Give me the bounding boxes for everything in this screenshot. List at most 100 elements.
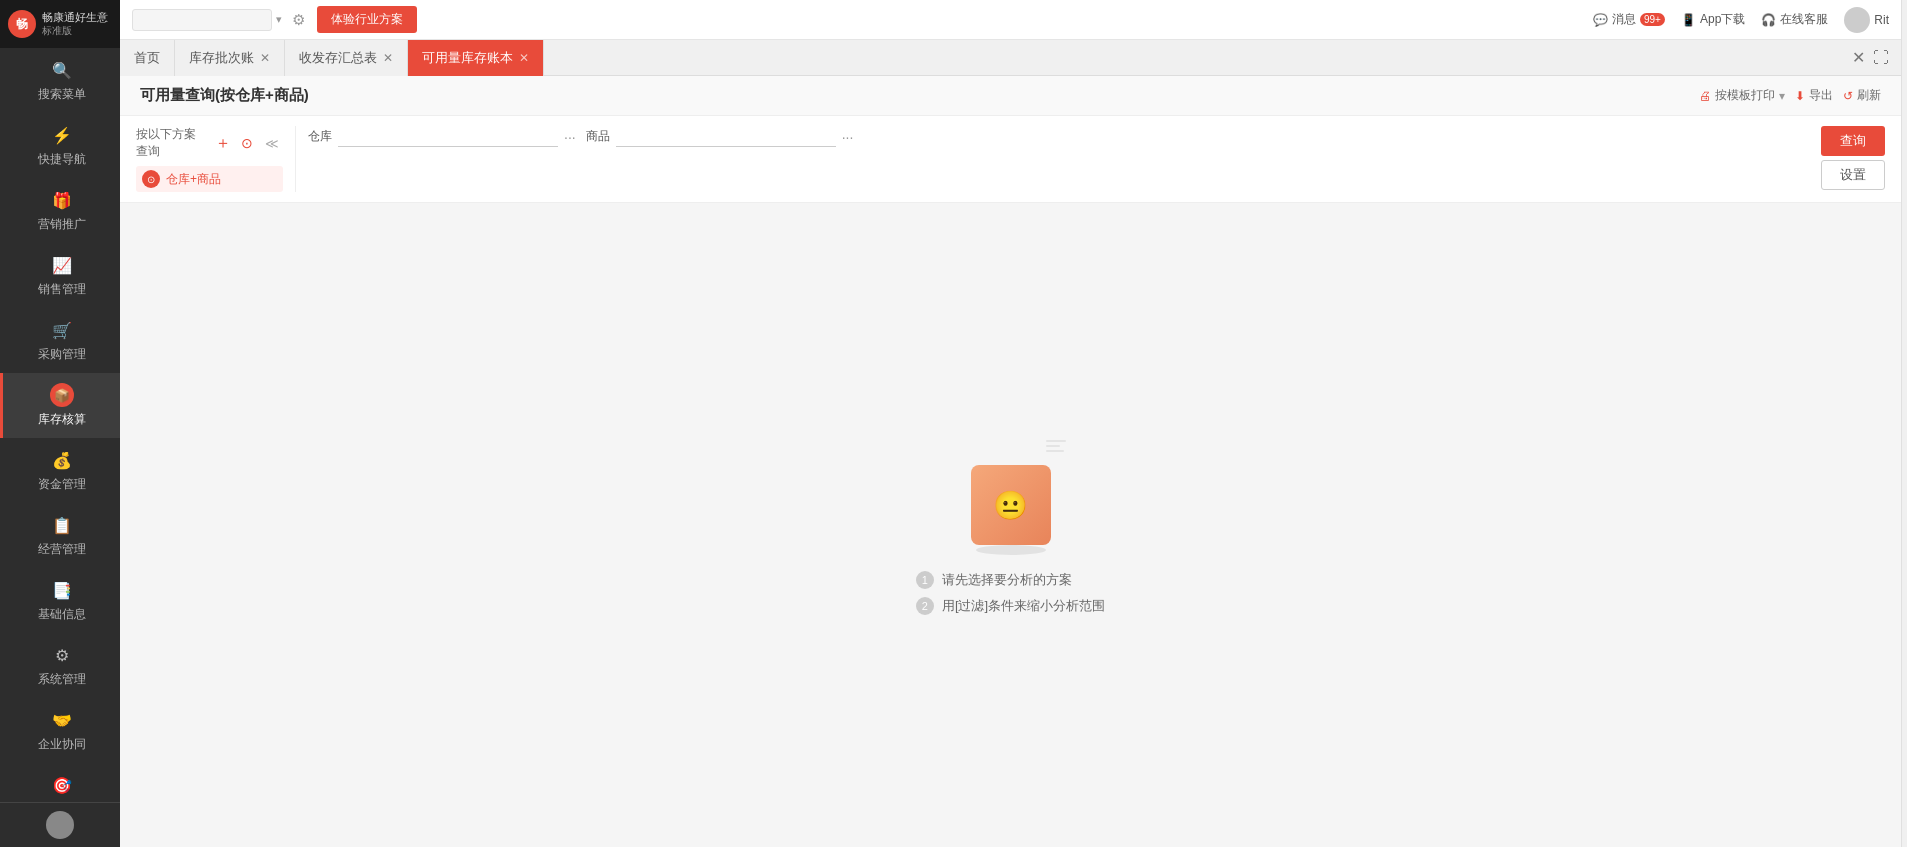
sidebar-item-search[interactable]: 🔍 搜索菜单 <box>0 48 120 113</box>
message-label: 消息 <box>1612 11 1636 28</box>
export-btn[interactable]: ⬇ 导出 <box>1795 87 1833 104</box>
sidebar-item-shortcut[interactable]: ⚡ 快捷导航 <box>0 113 120 178</box>
sidebar-header: 畅 畅康通好生意 标准版 <box>0 0 120 48</box>
filter-fields: 仓库 ··· 商品 ··· <box>308 126 1809 147</box>
sidebar: 畅 畅康通好生意 标准版 🔍 搜索菜单 ⚡ 快捷导航 🎁 营销推广 📈 销售管理… <box>0 0 120 847</box>
app-download-label: App下载 <box>1700 11 1745 28</box>
sidebar-item-operations[interactable]: 📋 经营管理 <box>0 503 120 568</box>
online-service-btn[interactable]: 🎧 在线客服 <box>1761 11 1828 28</box>
tab-batch-account-label: 库存批次账 <box>189 49 254 67</box>
target-icon: 🎯 <box>50 773 74 797</box>
gear-icon: ⚙ <box>50 643 74 667</box>
message-icon: 💬 <box>1593 13 1608 27</box>
message-badge: 99+ <box>1640 13 1665 26</box>
product-input[interactable] <box>616 126 836 147</box>
empty-hint-1: 1 请先选择要分析的方案 <box>916 571 1105 589</box>
print-btn[interactable]: 🖨 按模板打印 ▾ <box>1699 87 1785 104</box>
app-name: 畅康通好生意 <box>42 10 108 24</box>
sidebar-item-purchase[interactable]: 🛒 采购管理 <box>0 308 120 373</box>
industry-btn[interactable]: 体验行业方案 <box>317 6 417 33</box>
sidebar-item-sales[interactable]: 📈 销售管理 <box>0 243 120 308</box>
phone-icon: 📱 <box>1681 13 1696 27</box>
print-label: 按模板打印 <box>1715 87 1775 104</box>
search-input[interactable] <box>132 9 272 31</box>
cart-icon: 🛒 <box>50 318 74 342</box>
settings-icon[interactable]: ⚙ <box>292 11 305 29</box>
topbar-right: 💬 消息 99+ 📱 App下载 🎧 在线客服 Rit <box>1593 7 1889 33</box>
sales-icon: 📈 <box>50 253 74 277</box>
product-more-btn[interactable]: ··· <box>842 129 854 145</box>
sidebar-item-label: 资金管理 <box>38 476 86 493</box>
tab-available-ledger-close[interactable]: ✕ <box>519 51 529 65</box>
tab-home-label: 首页 <box>134 49 160 67</box>
sidebar-item-basicinfo[interactable]: 📑 基础信息 <box>0 568 120 633</box>
warehouse-more-btn[interactable]: ··· <box>564 129 576 145</box>
scheme-item-label: 仓库+商品 <box>166 171 221 188</box>
page-actions: 🖨 按模板打印 ▾ ⬇ 导出 ↺ 刷新 <box>1699 87 1881 104</box>
sidebar-item-label: 销售管理 <box>38 281 86 298</box>
user-info[interactable]: Rit <box>1844 7 1889 33</box>
scheme-title: 按以下方案查询 ＋ ⊙ ≪ <box>136 126 283 160</box>
empty-hint-2: 2 用[过滤]条件来缩小分析范围 <box>916 597 1105 615</box>
add-scheme-btn[interactable]: ＋ <box>213 133 233 154</box>
tab-home[interactable]: 首页 <box>120 40 175 76</box>
sidebar-item-inventory[interactable]: 📦 库存核算 <box>0 373 120 438</box>
message-btn[interactable]: 💬 消息 99+ <box>1593 11 1665 28</box>
hint-num-2: 2 <box>916 597 934 615</box>
print-chevron: ▾ <box>1779 89 1785 103</box>
app-logo: 畅 <box>8 10 36 38</box>
sidebar-item-label: 采购管理 <box>38 346 86 363</box>
box-icon: 📦 <box>50 383 74 407</box>
sidebar-item-newbie[interactable]: 🎯 新手引导 <box>0 763 120 802</box>
sidebar-item-marketing[interactable]: 🎁 营销推广 <box>0 178 120 243</box>
scheme-item-warehouse-product[interactable]: ⊙ 仓库+商品 <box>136 166 283 192</box>
sidebar-item-funds[interactable]: 💰 资金管理 <box>0 438 120 503</box>
app-download-btn[interactable]: 📱 App下载 <box>1681 11 1745 28</box>
lightning-icon: ⚡ <box>50 123 74 147</box>
settings-scheme-btn[interactable]: ⊙ <box>239 135 255 151</box>
sidebar-footer <box>0 802 120 847</box>
sidebar-item-label: 库存核算 <box>38 411 86 428</box>
sidebar-item-enterprise[interactable]: 🤝 企业协同 <box>0 698 120 763</box>
empty-hints: 1 请先选择要分析的方案 2 用[过滤]条件来缩小分析范围 <box>916 571 1105 615</box>
sidebar-scroll: 🔍 搜索菜单 ⚡ 快捷导航 🎁 营销推广 📈 销售管理 🛒 采购管理 📦 库存核… <box>0 48 120 802</box>
export-icon: ⬇ <box>1795 89 1805 103</box>
hint-text-1: 请先选择要分析的方案 <box>942 571 1072 589</box>
tab-receipt-summary[interactable]: 收发存汇总表 ✕ <box>285 40 408 76</box>
collapse-icon[interactable]: ≪ <box>261 136 283 151</box>
topbar: ▾ ⚙ 体验行业方案 💬 消息 99+ 📱 App下载 🎧 在线客服 Rit <box>120 0 1901 40</box>
page-title: 可用量查询(按仓库+商品) <box>140 86 1699 105</box>
tab-close-all-btn[interactable]: ✕ <box>1848 46 1869 69</box>
tabs-bar: 首页 库存批次账 ✕ 收发存汇总表 ✕ 可用量库存账本 ✕ ✕ ⛶ <box>120 40 1901 76</box>
export-label: 导出 <box>1809 87 1833 104</box>
handshake-icon: 🤝 <box>50 708 74 732</box>
filter-area: 按以下方案查询 ＋ ⊙ ≪ ⊙ 仓库+商品 仓库 ··· 商品 ··· <box>120 116 1901 203</box>
tab-available-ledger[interactable]: 可用量库存账本 ✕ <box>408 40 544 76</box>
product-label: 商品 <box>586 128 610 145</box>
tab-receipt-summary-label: 收发存汇总表 <box>299 49 377 67</box>
tab-fullscreen-btn[interactable]: ⛶ <box>1869 47 1893 69</box>
tab-batch-account-close[interactable]: ✕ <box>260 51 270 65</box>
money-icon: 💰 <box>50 448 74 472</box>
empty-box-icon <box>971 465 1051 545</box>
user-avatar-small <box>46 811 74 839</box>
sidebar-item-system[interactable]: ⚙ 系统管理 <box>0 633 120 698</box>
tab-batch-account[interactable]: 库存批次账 ✕ <box>175 40 285 76</box>
sidebar-item-label: 营销推广 <box>38 216 86 233</box>
user-name: Rit <box>1874 13 1889 27</box>
hint-num-1: 1 <box>916 571 934 589</box>
warehouse-label: 仓库 <box>308 128 332 145</box>
chevron-down-icon[interactable]: ▾ <box>276 13 282 26</box>
hint-text-2: 用[过滤]条件来缩小分析范围 <box>942 597 1105 615</box>
gift-icon: 🎁 <box>50 188 74 212</box>
warehouse-input[interactable] <box>338 126 558 147</box>
tab-receipt-summary-close[interactable]: ✕ <box>383 51 393 65</box>
sidebar-item-label: 基础信息 <box>38 606 86 623</box>
refresh-btn[interactable]: ↺ 刷新 <box>1843 87 1881 104</box>
query-button[interactable]: 查询 <box>1821 126 1885 156</box>
filter-field-warehouse: 仓库 ··· <box>308 126 576 147</box>
settings-button[interactable]: 设置 <box>1821 160 1885 190</box>
user-avatar <box>1844 7 1870 33</box>
sidebar-item-label: 企业协同 <box>38 736 86 753</box>
action-buttons: 查询 设置 <box>1821 126 1885 190</box>
